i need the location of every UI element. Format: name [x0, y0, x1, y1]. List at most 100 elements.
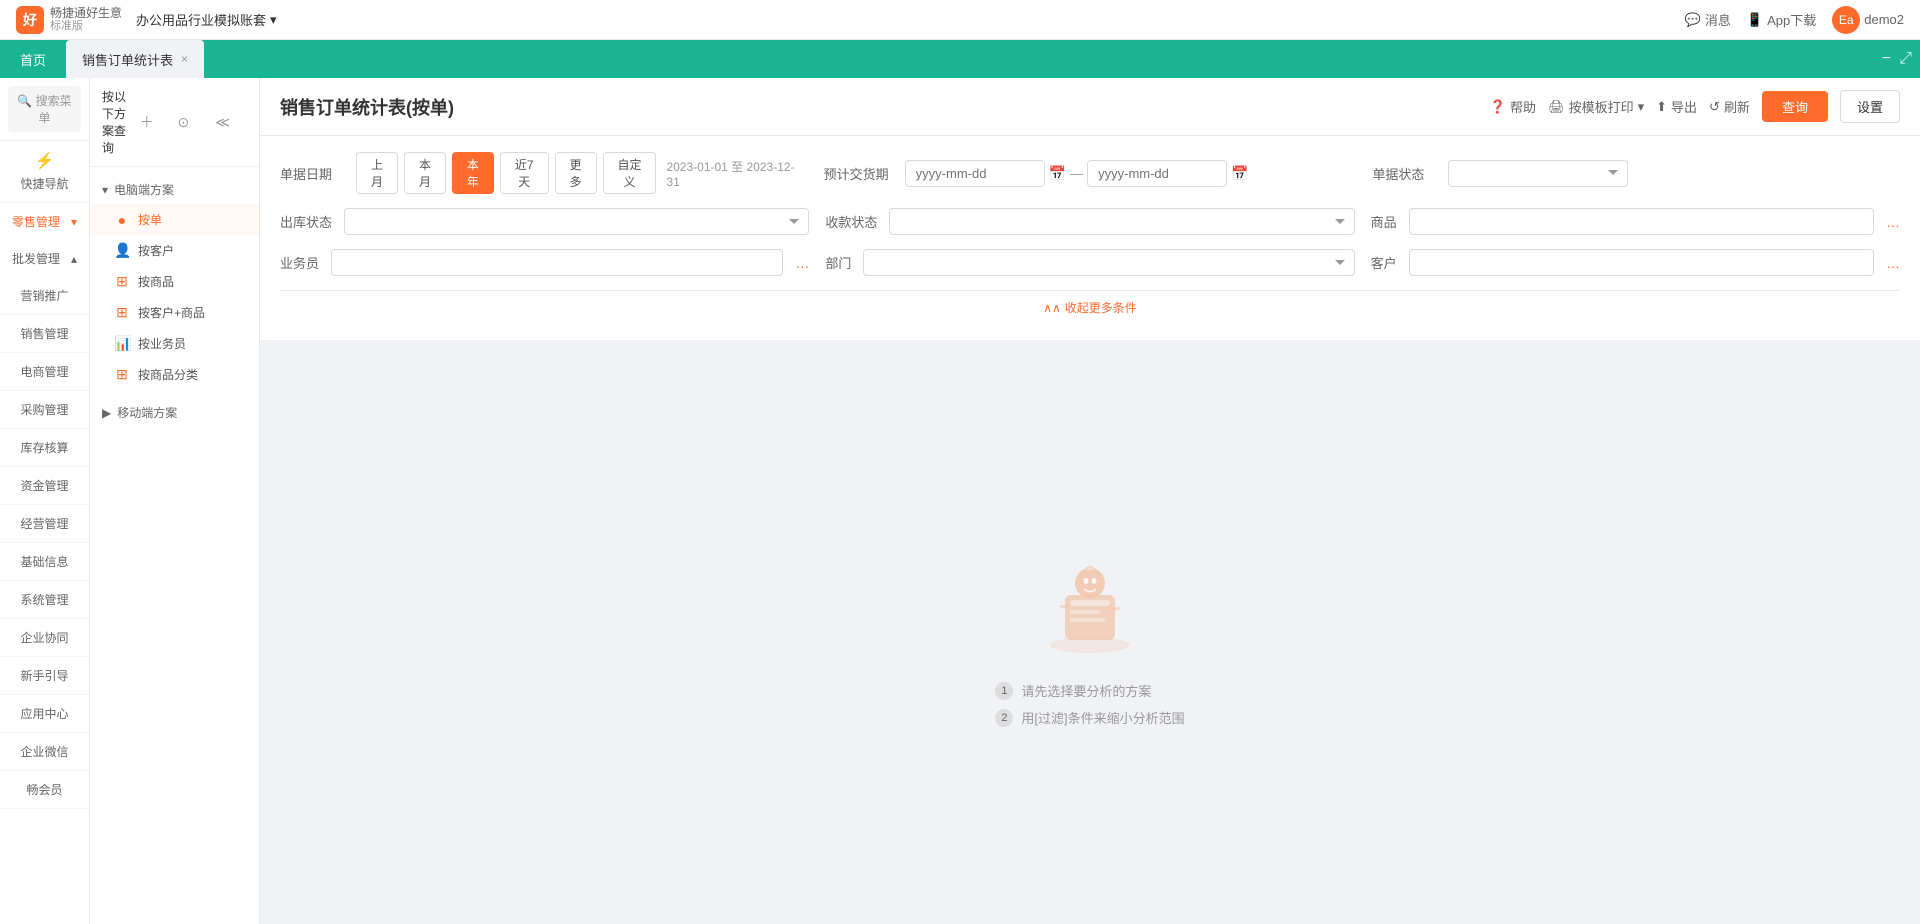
date-separator: — — [1070, 166, 1083, 181]
date-filter-label: 单据日期 — [280, 164, 340, 183]
app-download-action[interactable]: 📱 App下载 — [1747, 10, 1816, 29]
search-icon: 🔍 — [17, 94, 32, 108]
logo-area: 好 畅捷通好生意 标准版 — [16, 6, 122, 34]
add-scheme-button[interactable]: ＋ — [140, 112, 172, 132]
payment-select[interactable] — [889, 208, 1354, 235]
scheme-item-by-product[interactable]: ⊞ 按商品 — [90, 266, 259, 297]
expected-date-start[interactable] — [905, 160, 1045, 187]
refresh-icon: ↺ — [1709, 99, 1720, 115]
sidebar-item-system[interactable]: 系统管理 — [0, 581, 89, 619]
customer-more-button[interactable]: … — [1886, 255, 1900, 271]
tab-home[interactable]: 首页 — [0, 40, 66, 78]
payment-section: 收款状态 — [825, 208, 1354, 235]
page-title: 销售订单统计表(按单) — [280, 94, 454, 132]
salesperson-input[interactable] — [331, 249, 783, 276]
logo-text: 畅捷通好生意 标准版 — [50, 6, 122, 34]
hint-num-1: 1 — [995, 682, 1013, 700]
refresh-button[interactable]: ↺ 刷新 — [1709, 97, 1750, 116]
sidebar-item-wholesale[interactable]: 批发管理 ▴ — [0, 240, 89, 277]
collapse-button[interactable]: ∧∧ 收起更多条件 — [1043, 299, 1137, 316]
scheme-item-by-order[interactable]: ● 按单 — [90, 204, 259, 235]
date-btn-more[interactable]: 更多 — [555, 152, 597, 194]
status-label: 单据状态 — [1372, 164, 1432, 183]
sidebar-item-quicknav[interactable]: ⚡ 快捷导航 — [0, 141, 89, 203]
department-select[interactable] — [863, 249, 1354, 276]
header-left: 好 畅捷通好生意 标准版 办公用品行业模拟账套 ▾ — [16, 6, 283, 34]
date-btn-7days[interactable]: 近7天 — [500, 152, 549, 194]
help-icon: ❓ — [1490, 99, 1506, 115]
sidebar-item-enterprise[interactable]: 企业协同 — [0, 619, 89, 657]
scheme-settings-button[interactable]: ⊙ — [178, 114, 210, 131]
customer-input[interactable] — [1409, 249, 1874, 276]
date-btn-custom[interactable]: 自定义 — [603, 152, 657, 194]
empty-state: 1 请先选择要分析的方案 2 用[过滤]条件来缩小分析范围 — [260, 348, 1920, 924]
pc-scheme-group: ▾ 电脑端方案 ● 按单 👤 按客户 ⊞ 按商品 ⊞ 按客户+商品 — [90, 167, 259, 398]
help-button[interactable]: ❓ 帮助 — [1490, 97, 1536, 116]
query-button[interactable]: 查询 — [1762, 91, 1828, 122]
scheme-item-by-customer-product[interactable]: ⊞ 按客户+商品 — [90, 297, 259, 328]
tab-close-icon[interactable]: × — [181, 53, 188, 65]
sidebar-item-retail[interactable]: 零售管理 ▾ — [0, 203, 89, 240]
scheme-item-by-salesperson[interactable]: 📊 按业务员 — [90, 328, 259, 359]
chevron-down-icon: ▾ — [102, 183, 108, 197]
header-right: 💬 消息 📱 App下载 Ea demo2 — [1685, 6, 1904, 34]
sidebar-item-sales[interactable]: 销售管理 — [0, 315, 89, 353]
dispatch-select[interactable] — [344, 208, 809, 235]
sidebar-item-finance[interactable]: 资金管理 — [0, 467, 89, 505]
tab-maximize-button[interactable]: ⤢ — [1899, 50, 1912, 68]
app-download-icon: 📱 — [1747, 12, 1763, 28]
sidebar-item-guide[interactable]: 新手引导 — [0, 657, 89, 695]
user-action[interactable]: Ea demo2 — [1832, 6, 1904, 34]
chevron-down-icon: ▾ — [71, 215, 77, 229]
collapse-scheme-button[interactable]: ≪ — [215, 114, 247, 131]
salesperson-more-button[interactable]: … — [795, 255, 809, 271]
dispatch-label: 出库状态 — [280, 212, 332, 231]
status-select[interactable] — [1448, 160, 1628, 187]
filter-row-status: 出库状态 收款状态 商品 … — [280, 208, 1900, 235]
empty-hint-2: 2 用[过滤]条件来缩小分析范围 — [995, 708, 1184, 727]
scheme-item-by-customer[interactable]: 👤 按客户 — [90, 235, 259, 266]
product-label: 商品 — [1371, 212, 1397, 231]
sidebar-item-wechat[interactable]: 企业微信 — [0, 733, 89, 771]
sidebar-item-basicinfo[interactable]: 基础信息 — [0, 543, 89, 581]
filter-row-people: 业务员 … 部门 客户 … — [280, 249, 1900, 276]
mobile-scheme-group[interactable]: ▶ 移动端方案 — [90, 398, 259, 427]
date-btn-this-month[interactable]: 本月 — [404, 152, 446, 194]
sidebar: 🔍 搜索菜单 ⚡ 快捷导航 零售管理 ▾ 批发管理 ▴ 营销推广 销售管理 电商… — [0, 78, 90, 924]
company-selector[interactable]: 办公用品行业模拟账套 ▾ — [130, 8, 283, 31]
scheme-icon-customer: 👤 — [114, 242, 130, 259]
sidebar-item-ecom[interactable]: 电商管理 — [0, 353, 89, 391]
settings-button[interactable]: 设置 — [1840, 90, 1900, 123]
message-icon: 💬 — [1685, 12, 1701, 28]
sidebar-item-purchase[interactable]: 采购管理 — [0, 391, 89, 429]
message-action[interactable]: 💬 消息 — [1685, 10, 1731, 29]
filter-row-date: 单据日期 上月 本月 本年 近7天 更多 自定义 2023-01-01 至 20… — [280, 152, 1900, 194]
expected-date-end[interactable] — [1087, 160, 1227, 187]
scheme-icon-customer-product: ⊞ — [114, 304, 130, 321]
sidebar-item-member[interactable]: 畅会员 — [0, 771, 89, 809]
print-button[interactable]: 🖨 按模板打印 ▾ — [1548, 97, 1644, 116]
sidebar-item-operations[interactable]: 经营管理 — [0, 505, 89, 543]
salesperson-label: 业务员 — [280, 253, 319, 272]
sidebar-item-appcenter[interactable]: 应用中心 — [0, 695, 89, 733]
sidebar-item-inventory[interactable]: 库存核算 — [0, 429, 89, 467]
calendar-end-icon[interactable]: 📅 — [1231, 165, 1248, 182]
export-button[interactable]: ⬆ 导出 — [1656, 97, 1697, 116]
calendar-start-icon[interactable]: 📅 — [1049, 165, 1066, 182]
content-area: 按以下方案查询 ＋ ⊙ ≪ ▾ 电脑端方案 ● 按单 👤 按客户 — [90, 78, 1920, 924]
scheme-icon-category: ⊞ — [114, 366, 130, 383]
collapse-bar[interactable]: ∧∧ 收起更多条件 — [280, 290, 1900, 324]
scheme-icon-order: ● — [114, 212, 130, 228]
date-btn-this-year[interactable]: 本年 — [452, 152, 494, 194]
sidebar-item-marketing[interactable]: 营销推广 — [0, 277, 89, 315]
search-menu-button[interactable]: 🔍 搜索菜单 — [8, 86, 81, 132]
pc-scheme-group-header[interactable]: ▾ 电脑端方案 — [90, 175, 259, 204]
print-icon: 🖨 — [1548, 99, 1565, 115]
tab-minimize-button[interactable]: − — [1882, 50, 1891, 68]
date-range-text: 2023-01-01 至 2023-12-31 — [666, 158, 807, 189]
product-more-button[interactable]: … — [1886, 214, 1900, 230]
date-btn-last-month[interactable]: 上月 — [356, 152, 398, 194]
scheme-item-by-category[interactable]: ⊞ 按商品分类 — [90, 359, 259, 390]
tab-sales-order[interactable]: 销售订单统计表 × — [66, 40, 204, 78]
product-input[interactable] — [1409, 208, 1874, 235]
